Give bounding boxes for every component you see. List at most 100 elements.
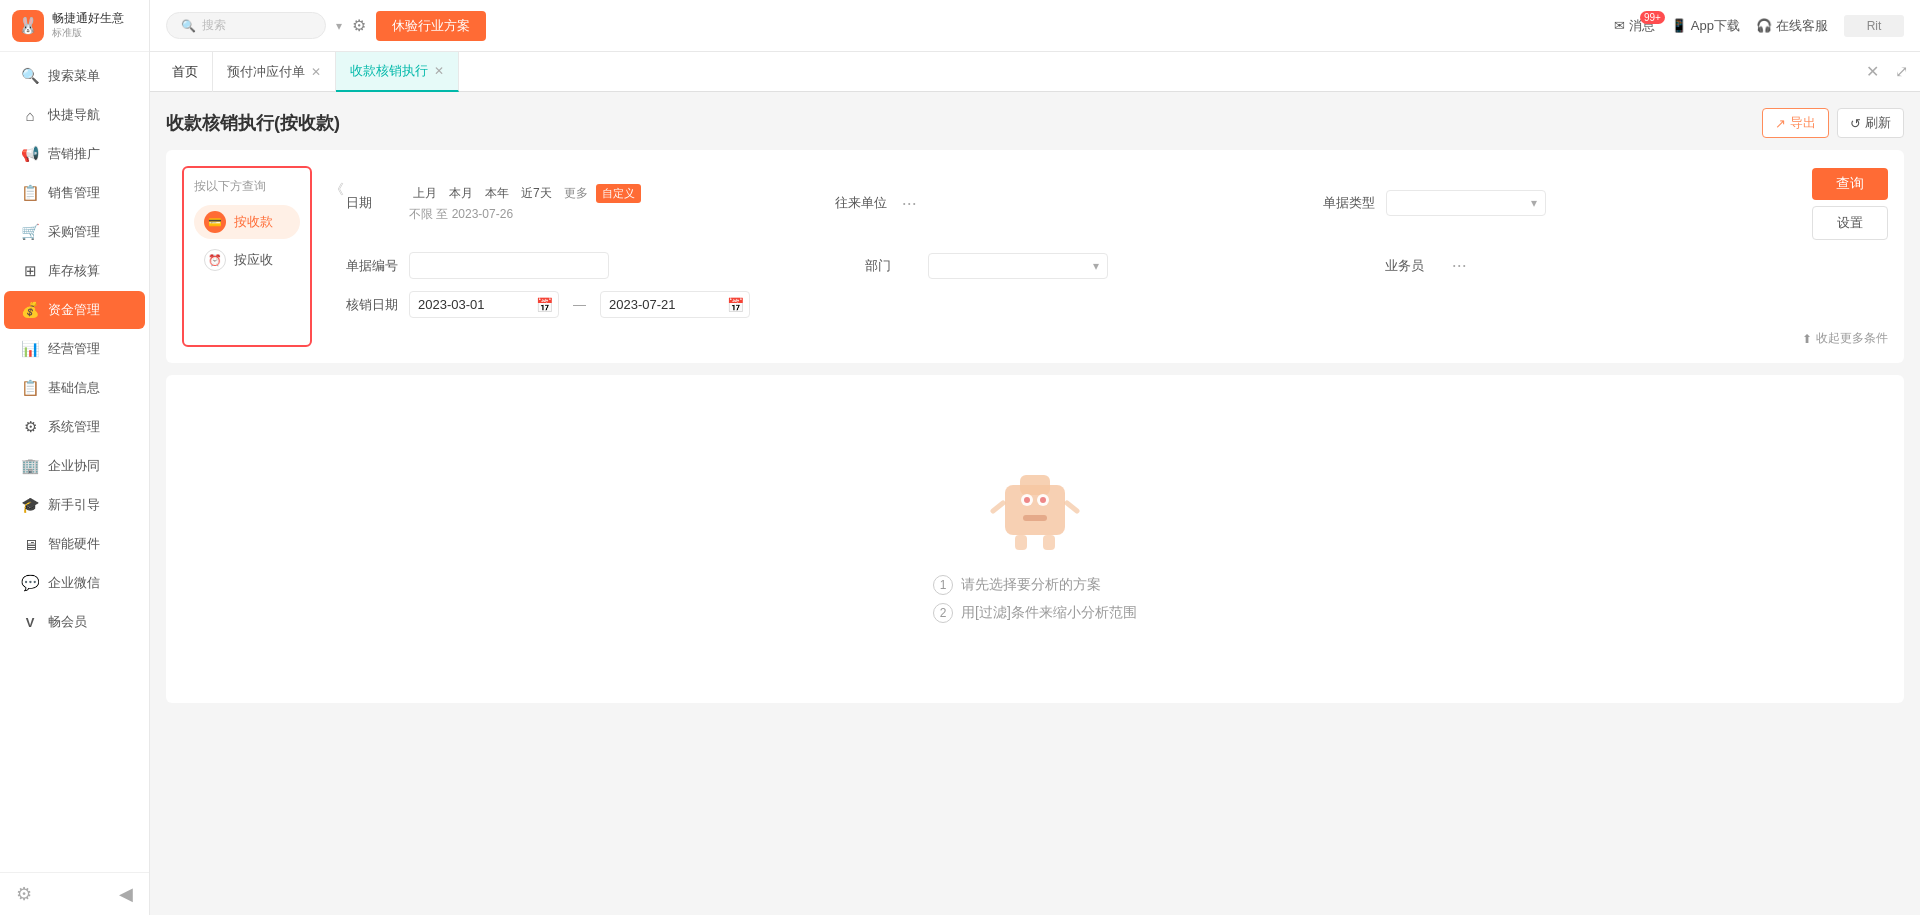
search-bar[interactable]: 🔍 搜索: [166, 12, 326, 39]
tab-receivable[interactable]: 收款核销执行 ✕: [336, 52, 459, 92]
industry-btn[interactable]: 休验行业方案: [376, 11, 486, 41]
filter-row-2: 单据编号 部门 ▾ 业务员 ···: [346, 252, 1888, 279]
sidebar-logo: 🐰 畅捷通好生意 标准版: [0, 0, 149, 52]
collapse-more-btn[interactable]: ⬆ 收起更多条件: [346, 330, 1888, 347]
svg-line-9: [993, 503, 1003, 511]
date-tab-thisyear[interactable]: 本年: [481, 183, 513, 204]
sidebar-item-hardware[interactable]: 🖥 智能硬件: [4, 525, 145, 563]
sidebar-item-enterprise[interactable]: 🏢 企业协同: [4, 447, 145, 485]
filter-dept-item: 部门 ▾: [865, 253, 1368, 279]
setting-button[interactable]: 设置: [1812, 206, 1888, 240]
query-button[interactable]: 查询: [1812, 168, 1888, 200]
tab-close-all-icon[interactable]: ✕: [1862, 58, 1883, 85]
sidebar-item-purchase[interactable]: 🛒 采购管理: [4, 213, 145, 251]
date-dash: —: [567, 297, 592, 312]
date-tab-custom[interactable]: 自定义: [596, 184, 641, 203]
filter-sidebar-title: 按以下方查询: [194, 178, 300, 195]
svg-rect-6: [1023, 515, 1047, 521]
doctype-chevron-icon: ▾: [1531, 196, 1537, 210]
sidebar-item-guide[interactable]: 🎓 新手引导: [4, 486, 145, 524]
main-content: 🔍 搜索 ▾ ⚙ 休验行业方案 ✉ 消息 99+ 📱 App下载 🎧 在线客服 …: [150, 0, 1920, 915]
app-download-btn[interactable]: 📱 App下载: [1671, 17, 1740, 35]
filter-collapse-btn[interactable]: 《: [328, 170, 346, 210]
sidebar-footer: ⚙ ◀: [0, 872, 149, 915]
date-tab-7days[interactable]: 近7天: [517, 183, 556, 204]
tab-home[interactable]: 首页: [158, 52, 213, 92]
svg-point-4: [1024, 497, 1030, 503]
sidebar-item-inventory[interactable]: ⊞ 库存核算: [4, 252, 145, 290]
online-service-btn[interactable]: 🎧 在线客服: [1756, 17, 1828, 35]
topbar: 🔍 搜索 ▾ ⚙ 休验行业方案 ✉ 消息 99+ 📱 App下载 🎧 在线客服 …: [150, 0, 1920, 52]
svg-rect-1: [1020, 475, 1050, 495]
message-icon: ✉: [1614, 18, 1625, 33]
dropdown-icon[interactable]: ▾: [336, 19, 342, 33]
sidebar-item-quick-nav[interactable]: ⌂ 快捷导航: [4, 96, 145, 134]
date-tab-lastmonth[interactable]: 上月: [409, 183, 441, 204]
filter-option-by-receipt[interactable]: 💳 按收款: [194, 205, 300, 239]
page-content: 收款核销执行(按收款) ↗ 导出 ↺ 刷新 按以下方查询 💳 按收款: [150, 92, 1920, 915]
topbar-right: ✉ 消息 99+ 📱 App下载 🎧 在线客服 Rit: [1614, 15, 1904, 37]
operations-icon: 📊: [20, 340, 40, 358]
search-icon: 🔍: [181, 19, 196, 33]
sidebar-item-wechat[interactable]: 💬 企业微信: [4, 564, 145, 602]
filter-date-item: 日期 上月 本月 本年 近7天 更多 自定义 不限 至 2023-07-26: [346, 183, 819, 223]
sidebar-item-basic[interactable]: 📋 基础信息: [4, 369, 145, 407]
filter-row-1: 日期 上月 本月 本年 近7天 更多 自定义 不限 至 2023-07-26: [346, 166, 1888, 240]
sidebar-item-member[interactable]: V 畅会员: [4, 603, 145, 641]
partner-more-icon[interactable]: ···: [902, 193, 917, 214]
calendar-start-icon[interactable]: 📅: [536, 297, 553, 313]
date-tab-more[interactable]: 更多: [560, 183, 592, 204]
filter-partner-item: 往来单位 ···: [835, 193, 1308, 214]
doctype-select[interactable]: ▾: [1386, 190, 1546, 216]
hardware-icon: 🖥: [20, 536, 40, 553]
collapse-icon: ⬆: [1802, 332, 1812, 346]
svg-rect-8: [1043, 535, 1055, 550]
filter-verifydate-item: 核销日期 📅 — 📅: [346, 291, 1888, 318]
tab-close-receivable[interactable]: ✕: [434, 64, 444, 78]
sales-icon: 📋: [20, 184, 40, 202]
docno-input[interactable]: [409, 252, 609, 279]
user-avatar[interactable]: Rit: [1844, 15, 1904, 37]
empty-tip-1: 1 请先选择要分析的方案: [933, 575, 1137, 595]
sidebar-item-finance[interactable]: 💰 资金管理: [4, 291, 145, 329]
export-button[interactable]: ↗ 导出: [1762, 108, 1829, 138]
refresh-button[interactable]: ↺ 刷新: [1837, 108, 1904, 138]
doctype-label: 单据类型: [1323, 194, 1378, 212]
dept-chevron-icon: ▾: [1093, 259, 1099, 273]
staff-more-icon[interactable]: ···: [1452, 255, 1467, 276]
svg-point-5: [1040, 497, 1046, 503]
sidebar-item-sales[interactable]: 📋 销售管理: [4, 174, 145, 212]
calendar-end-icon[interactable]: 📅: [727, 297, 744, 313]
search-icon: 🔍: [20, 67, 40, 85]
receivable-icon: ⏰: [204, 249, 226, 271]
verify-start-date: 📅: [409, 291, 559, 318]
dept-select[interactable]: ▾: [928, 253, 1108, 279]
page-title: 收款核销执行(按收款): [166, 111, 340, 135]
date-nolimit: 不限 至 2023-07-26: [409, 206, 641, 223]
tab-prepay[interactable]: 预付冲应付单 ✕: [213, 52, 336, 92]
sidebar-item-system[interactable]: ⚙ 系统管理: [4, 408, 145, 446]
message-btn[interactable]: ✉ 消息 99+: [1614, 17, 1655, 35]
guide-icon: 🎓: [20, 496, 40, 514]
gear-icon[interactable]: ⚙: [352, 16, 366, 35]
collapse-sidebar-icon[interactable]: ◀: [119, 883, 133, 905]
settings-icon[interactable]: ⚙: [16, 883, 32, 905]
export-icon: ↗: [1775, 116, 1786, 131]
enterprise-icon: 🏢: [20, 457, 40, 475]
basic-icon: 📋: [20, 379, 40, 397]
date-tab-thismonth[interactable]: 本月: [445, 183, 477, 204]
service-icon: 🎧: [1756, 18, 1772, 33]
sidebar-item-search[interactable]: 🔍 搜索菜单: [4, 57, 145, 95]
sidebar-item-operations[interactable]: 📊 经营管理: [4, 330, 145, 368]
sidebar-item-marketing[interactable]: 📢 营销推广: [4, 135, 145, 173]
tab-close-prepay[interactable]: ✕: [311, 65, 321, 79]
date-range: 上月 本月 本年 近7天 更多 自定义 不限 至 2023-07-26: [409, 183, 641, 223]
tab-expand-icon[interactable]: ⤢: [1891, 58, 1912, 85]
filter-option-by-receivable[interactable]: ⏰ 按应收: [194, 243, 300, 277]
filter-doctype-item: 单据类型 ▾: [1323, 190, 1796, 216]
sidebar: 🐰 畅捷通好生意 标准版 🔍 搜索菜单 ⌂ 快捷导航 📢 营销推广 📋 销售管理…: [0, 0, 150, 915]
sidebar-nav: 🔍 搜索菜单 ⌂ 快捷导航 📢 营销推广 📋 销售管理 🛒 采购管理 ⊞ 库存核…: [0, 52, 149, 872]
dept-label: 部门: [865, 257, 920, 275]
filter-row-3: 核销日期 📅 — 📅: [346, 291, 1888, 318]
page-header-actions: ↗ 导出 ↺ 刷新: [1762, 108, 1904, 138]
